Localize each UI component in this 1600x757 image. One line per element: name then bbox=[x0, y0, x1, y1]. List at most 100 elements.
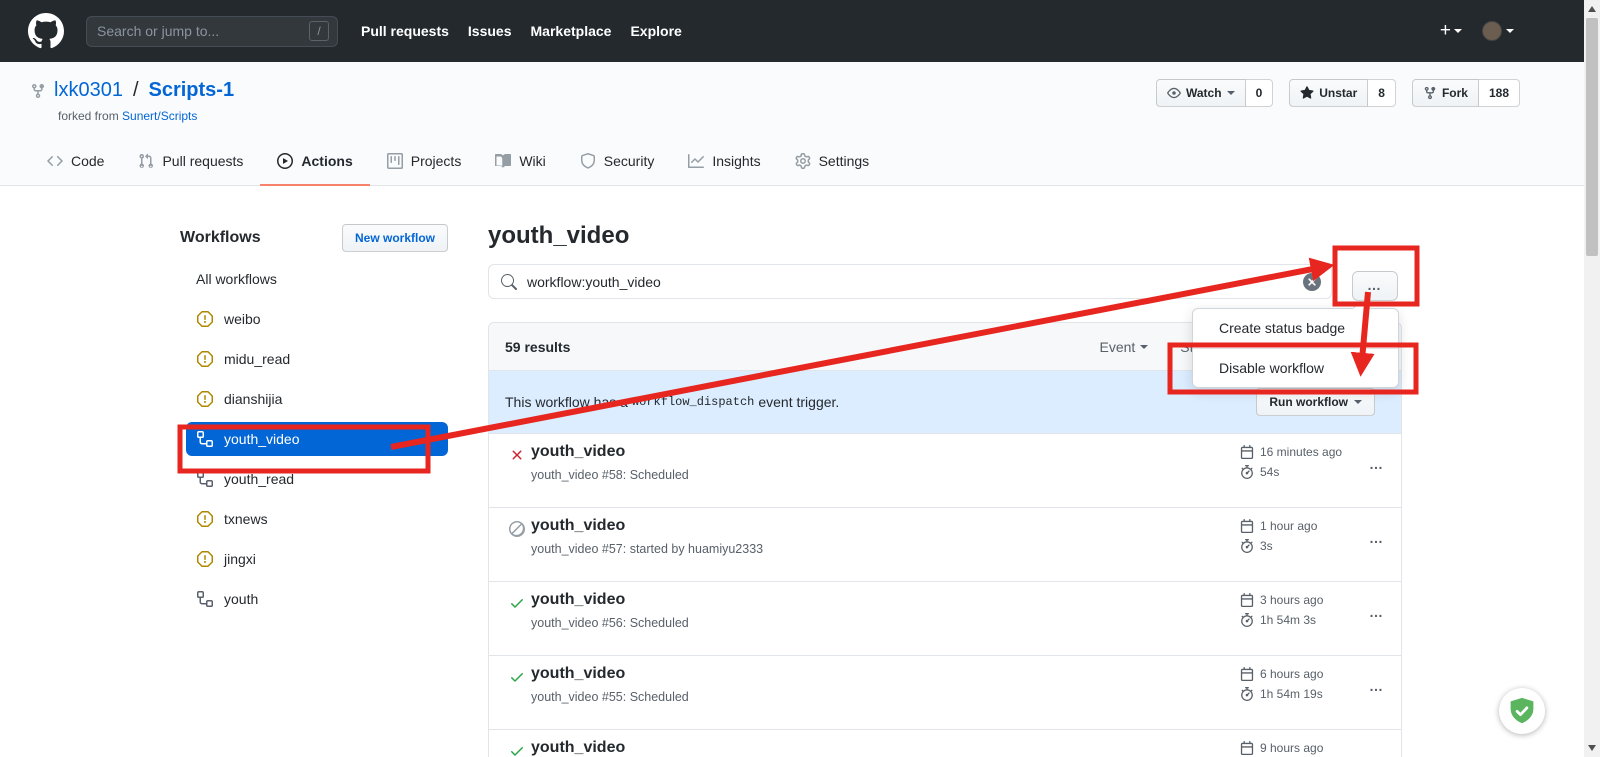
sidebar-item-weibo[interactable]: weibo bbox=[180, 299, 448, 339]
menu-item-disable-workflow[interactable]: Disable workflow bbox=[1193, 348, 1398, 387]
page-title: youth_video bbox=[488, 222, 629, 250]
run-options-button[interactable]: … bbox=[1369, 456, 1385, 472]
run-title[interactable]: youth_video bbox=[531, 443, 625, 461]
repo-social-actions: Watch 0 Unstar 8 Fork 188 bbox=[1156, 79, 1520, 107]
run-time: 16 minutes ago bbox=[1260, 445, 1342, 459]
projects-icon bbox=[387, 153, 403, 169]
repo-name-link[interactable]: Scripts-1 bbox=[149, 79, 235, 102]
scroll-down-arrow-icon[interactable] bbox=[1588, 745, 1596, 751]
run-options-button[interactable]: … bbox=[1369, 604, 1385, 620]
unstar-button[interactable]: Unstar bbox=[1289, 79, 1368, 107]
run-subtitle: youth_video #57: started by huamiyu2333 bbox=[531, 542, 763, 556]
run-title[interactable]: youth_video bbox=[531, 739, 625, 757]
results-count: 59 results bbox=[505, 339, 570, 355]
run-workflow-button[interactable]: Run workflow bbox=[1256, 388, 1375, 416]
global-search-input[interactable] bbox=[97, 23, 309, 39]
tab-wiki[interactable]: Wiki bbox=[478, 138, 562, 186]
sidebar-item-txnews[interactable]: txnews bbox=[180, 499, 448, 539]
failure-x-icon bbox=[509, 447, 525, 463]
scrollbar-thumb[interactable] bbox=[1586, 18, 1598, 256]
workflow-icon bbox=[197, 471, 213, 487]
run-options-button[interactable]: … bbox=[1369, 678, 1385, 694]
warning-icon bbox=[197, 511, 213, 527]
new-workflow-button[interactable]: New workflow bbox=[342, 224, 448, 252]
run-row[interactable]: youth_video youth_video #55: Scheduled 6… bbox=[489, 656, 1401, 730]
star-count[interactable]: 8 bbox=[1368, 79, 1396, 107]
run-row[interactable]: youth_video youth_video #58: Scheduled 1… bbox=[489, 434, 1401, 508]
tab-security[interactable]: Security bbox=[563, 138, 672, 186]
global-header: / Pull requests Issues Marketplace Explo… bbox=[0, 0, 1600, 62]
sidebar-item-all-workflows[interactable]: All workflows bbox=[180, 259, 448, 299]
workflow-options-button[interactable]: … bbox=[1352, 271, 1398, 301]
menu-item-create-status-badge[interactable]: Create status badge bbox=[1193, 309, 1398, 348]
sidebar-item-youth[interactable]: youth bbox=[180, 579, 448, 619]
create-new-menu[interactable]: + bbox=[1440, 20, 1462, 42]
adblock-shield-badge[interactable] bbox=[1499, 688, 1545, 734]
fork-button[interactable]: Fork bbox=[1412, 79, 1479, 107]
run-options-button[interactable]: … bbox=[1369, 530, 1385, 546]
github-logo-icon[interactable] bbox=[28, 13, 64, 49]
sidebar-item-midu-read[interactable]: midu_read bbox=[180, 339, 448, 379]
event-filter[interactable]: Event bbox=[1099, 339, 1148, 355]
nav-pull-requests[interactable]: Pull requests bbox=[361, 23, 449, 39]
run-row[interactable]: youth_video 9 hours ago bbox=[489, 730, 1401, 757]
header-nav: Pull requests Issues Marketplace Explore bbox=[361, 23, 682, 39]
pull-request-icon bbox=[138, 153, 154, 169]
clear-search-icon[interactable] bbox=[1303, 273, 1321, 291]
chevron-down-icon bbox=[1454, 29, 1462, 33]
run-row[interactable]: youth_video youth_video #56: Scheduled 3… bbox=[489, 582, 1401, 656]
slash-key-hint: / bbox=[309, 21, 329, 41]
warning-icon bbox=[197, 551, 213, 567]
user-menu[interactable] bbox=[1482, 21, 1514, 41]
run-time: 1 hour ago bbox=[1260, 519, 1317, 533]
nav-marketplace[interactable]: Marketplace bbox=[531, 23, 612, 39]
run-row[interactable]: youth_video youth_video #57: started by … bbox=[489, 508, 1401, 582]
forked-from-link[interactable]: Sunert/Scripts bbox=[122, 109, 197, 123]
runs-filter-search[interactable] bbox=[488, 264, 1332, 299]
sidebar-item-dianshijia[interactable]: dianshijia bbox=[180, 379, 448, 419]
page-scrollbar[interactable] bbox=[1584, 0, 1600, 757]
repo-fork-icon bbox=[30, 83, 46, 99]
success-check-icon bbox=[509, 743, 525, 757]
calendar-icon bbox=[1240, 445, 1254, 459]
runs-filter-input[interactable] bbox=[527, 274, 1303, 290]
warning-icon bbox=[197, 351, 213, 367]
tab-projects[interactable]: Projects bbox=[370, 138, 479, 186]
sidebar-item-jingxi[interactable]: jingxi bbox=[180, 539, 448, 579]
notice-text-after: event trigger. bbox=[758, 394, 839, 410]
forked-from: forked from Sunert/Scripts bbox=[58, 109, 197, 123]
nav-issues[interactable]: Issues bbox=[468, 23, 512, 39]
watch-count[interactable]: 0 bbox=[1246, 79, 1274, 107]
chevron-down-icon bbox=[1227, 91, 1235, 95]
tab-actions[interactable]: Actions bbox=[260, 138, 369, 186]
tab-insights[interactable]: Insights bbox=[671, 138, 777, 186]
nav-explore[interactable]: Explore bbox=[630, 23, 681, 39]
run-subtitle: youth_video #55: Scheduled bbox=[531, 690, 689, 704]
scroll-up-arrow-icon[interactable] bbox=[1588, 6, 1596, 12]
tab-code[interactable]: Code bbox=[30, 138, 121, 186]
chevron-down-icon bbox=[1140, 345, 1148, 349]
run-title[interactable]: youth_video bbox=[531, 517, 625, 535]
stopwatch-icon bbox=[1240, 465, 1254, 479]
repo-separator: / bbox=[131, 79, 141, 102]
avatar bbox=[1482, 21, 1502, 41]
run-time: 6 hours ago bbox=[1260, 667, 1323, 681]
watch-group: Watch 0 bbox=[1156, 79, 1273, 107]
watch-button[interactable]: Watch bbox=[1156, 79, 1246, 107]
sidebar-item-youth-video[interactable]: youth_video bbox=[186, 422, 448, 456]
global-search[interactable]: / bbox=[86, 16, 338, 47]
tab-settings[interactable]: Settings bbox=[778, 138, 887, 186]
stopwatch-icon bbox=[1240, 539, 1254, 553]
run-title[interactable]: youth_video bbox=[531, 591, 625, 609]
fork-count[interactable]: 188 bbox=[1479, 79, 1520, 107]
sidebar-item-youth-read[interactable]: youth_read bbox=[180, 459, 448, 499]
run-subtitle: youth_video #56: Scheduled bbox=[531, 616, 689, 630]
notice-text: This workflow has a bbox=[505, 394, 628, 410]
run-title[interactable]: youth_video bbox=[531, 665, 625, 683]
success-check-icon bbox=[509, 669, 525, 685]
graph-icon bbox=[688, 153, 704, 169]
plus-icon: + bbox=[1440, 20, 1451, 42]
book-icon bbox=[495, 153, 511, 169]
repo-owner-link[interactable]: lxk0301 bbox=[54, 79, 123, 102]
tab-pull-requests[interactable]: Pull requests bbox=[121, 138, 260, 186]
